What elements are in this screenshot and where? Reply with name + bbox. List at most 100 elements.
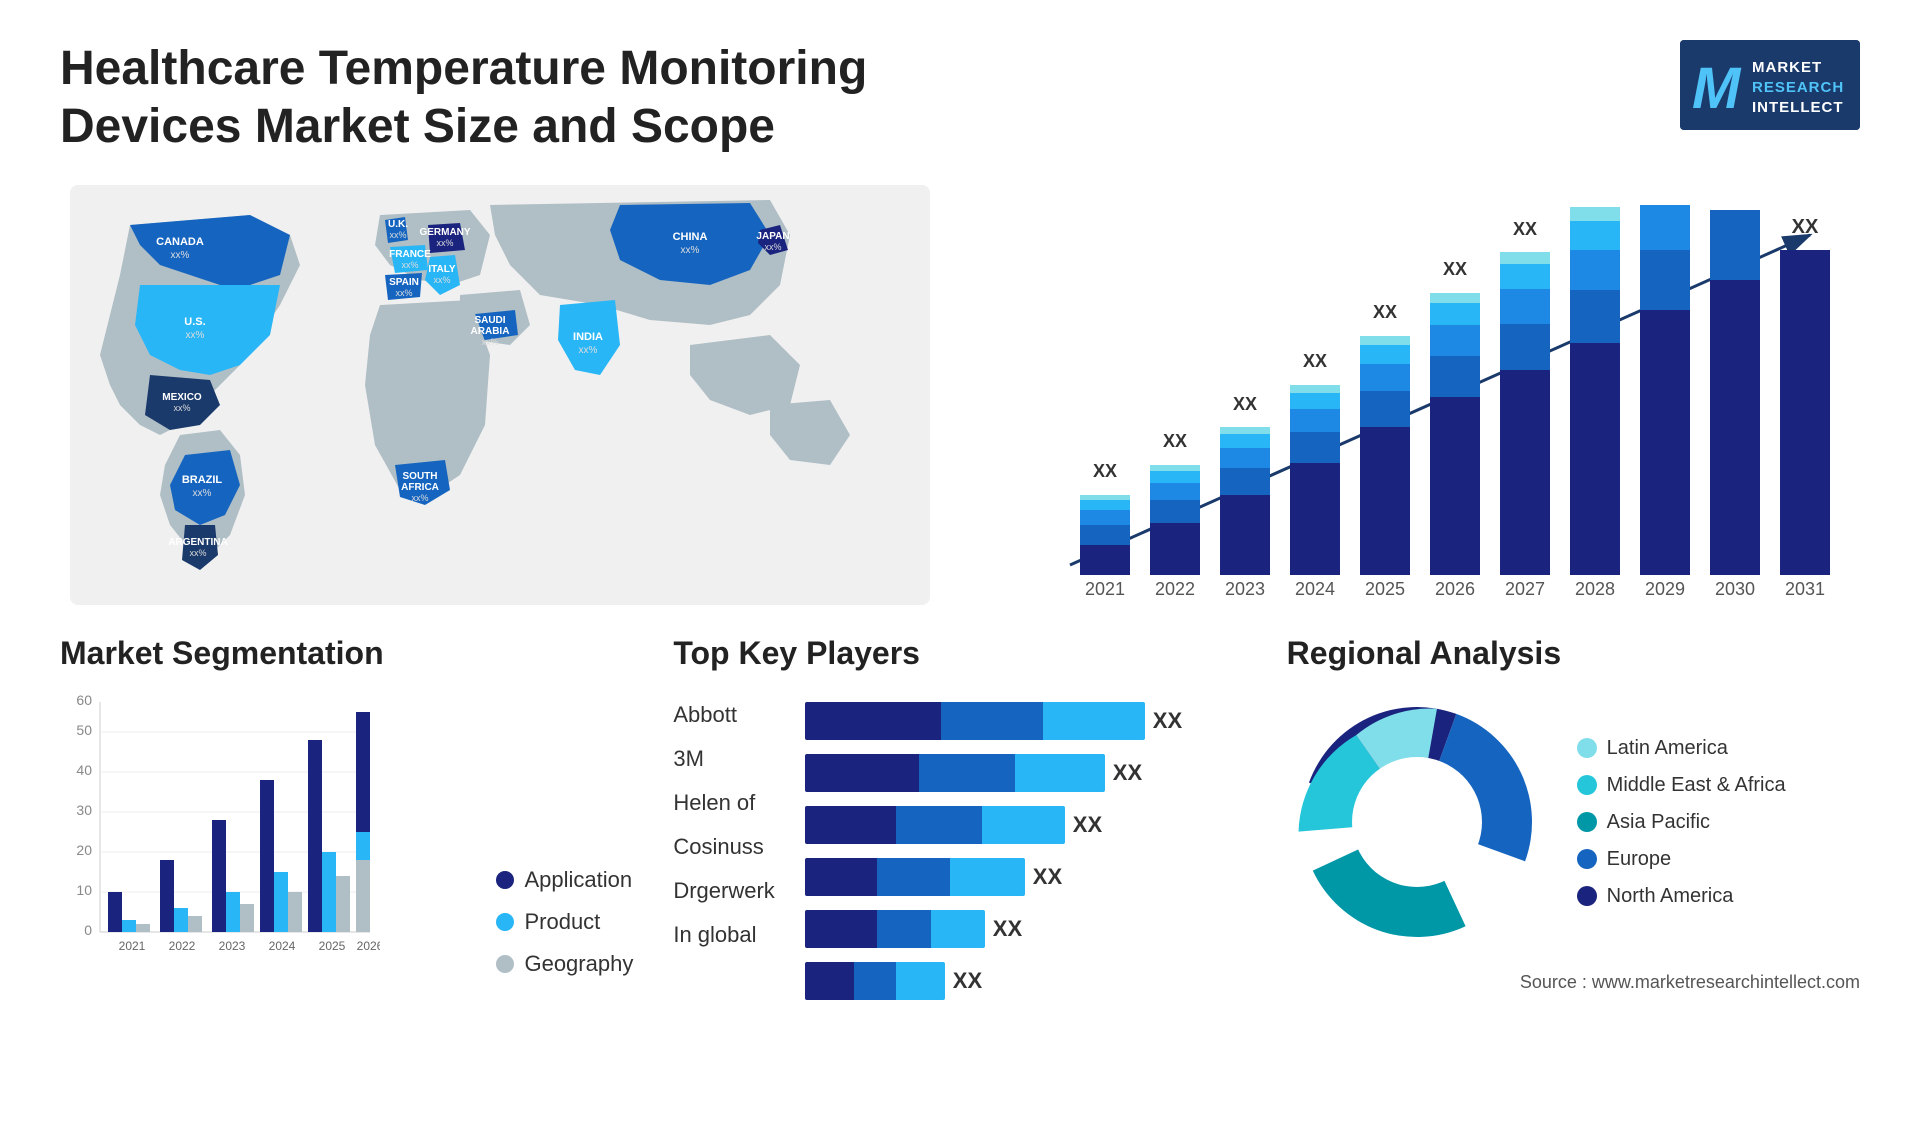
player-cosinuss: Cosinuss: [673, 834, 774, 860]
svg-text:2024: 2024: [269, 939, 296, 953]
bar-segment-dark: [805, 962, 854, 1000]
bar-label-inglobal: XX: [953, 968, 982, 994]
svg-text:xx%: xx%: [189, 548, 206, 558]
label-europe: Europe: [1607, 848, 1672, 871]
svg-text:30: 30: [76, 802, 92, 818]
svg-text:2029: 2029: [1645, 579, 1685, 599]
svg-text:M: M: [1692, 56, 1742, 121]
svg-text:XX: XX: [1513, 219, 1537, 239]
svg-text:XX: XX: [1443, 259, 1467, 279]
page-container: Healthcare Temperature Monitoring Device…: [0, 0, 1920, 1146]
svg-text:xx%: xx%: [433, 275, 450, 285]
bar-cosinuss: [805, 858, 1025, 896]
svg-text:xx%: xx%: [389, 230, 406, 240]
player-inglobal: In global: [673, 922, 774, 948]
svg-text:20: 20: [76, 842, 92, 858]
svg-text:40: 40: [76, 762, 92, 778]
svg-text:JAPAN: JAPAN: [756, 231, 789, 242]
bar-segment-dark: [805, 858, 878, 896]
seg-legend: Application Product Geography: [466, 867, 633, 977]
logo-svg: M MARKET RESEARCH INTELLECT: [1680, 40, 1860, 130]
svg-text:xx%: xx%: [681, 245, 700, 256]
svg-text:50: 50: [76, 722, 92, 738]
source-text: Source : www.marketresearchintellect.com: [1287, 972, 1860, 993]
label-latin-america: Latin America: [1607, 737, 1728, 760]
svg-text:U.S.: U.S.: [184, 316, 205, 328]
regional-title: Regional Analysis: [1287, 635, 1860, 672]
svg-text:2023: 2023: [219, 939, 246, 953]
seg-chart-svg: 0 10 20 30 40 50 60: [60, 692, 380, 972]
svg-text:SOUTH: SOUTH: [403, 471, 438, 482]
player-names: Abbott 3M Helen of Cosinuss Drgerwerk In…: [673, 692, 774, 1000]
player-drgerwerk: Drgerwerk: [673, 878, 774, 904]
regional-legend: Latin America Middle East & Africa Asia …: [1577, 737, 1786, 908]
svg-text:GERMANY: GERMANY: [419, 227, 470, 238]
main-bar-chart-svg: XX 2021 XX 2022 XX: [980, 205, 1860, 625]
player-helen: Helen of: [673, 790, 774, 816]
bar-segment-light: [1043, 702, 1145, 740]
svg-text:ARABIA: ARABIA: [471, 326, 510, 337]
bar-segment-light: [1015, 754, 1105, 792]
svg-text:XX: XX: [1093, 461, 1117, 481]
bar-segment-mid: [877, 858, 950, 896]
bar-segment-mid: [854, 962, 896, 1000]
bar-row-cosinuss: XX: [805, 858, 1247, 896]
bar-segment-light: [950, 858, 1025, 896]
donut-chart-svg: [1287, 692, 1547, 952]
legend-latin-america: Latin America: [1577, 737, 1786, 760]
svg-text:MEXICO: MEXICO: [162, 392, 202, 403]
dot-europe: [1577, 849, 1597, 869]
svg-text:AFRICA: AFRICA: [401, 482, 439, 493]
bar-row-inglobal: XX: [805, 962, 1247, 1000]
bar-segment-dark: [805, 910, 877, 948]
players-section: Top Key Players Abbott 3M Helen of Cosin…: [673, 635, 1246, 1000]
bar-label-3m: XX: [1113, 760, 1142, 786]
bar-row-3m: XX: [805, 754, 1247, 792]
bar-segment-dark: [805, 806, 896, 844]
svg-text:xx%: xx%: [481, 337, 498, 347]
svg-text:ITALY: ITALY: [428, 264, 456, 275]
bar-row-abbott: XX: [805, 702, 1247, 740]
svg-text:xx%: xx%: [764, 242, 781, 252]
bar-label-cosinuss: XX: [1033, 864, 1062, 890]
segmentation-title: Market Segmentation: [60, 635, 633, 672]
legend-label-application: Application: [524, 867, 632, 893]
svg-text:2027: 2027: [1505, 579, 1545, 599]
bar-segment-light: [982, 806, 1065, 844]
svg-text:XX: XX: [1373, 302, 1397, 322]
legend-dot-application: [496, 871, 514, 889]
legend-geography: Geography: [496, 951, 633, 977]
legend-north-america: North America: [1577, 885, 1786, 908]
logo-container: M MARKET RESEARCH INTELLECT: [1680, 40, 1860, 130]
bar-segment-light: [931, 910, 985, 948]
bar-label-helen: XX: [1073, 812, 1102, 838]
svg-text:2030: 2030: [1715, 579, 1755, 599]
page-title: Healthcare Temperature Monitoring Device…: [60, 40, 960, 155]
svg-text:SPAIN: SPAIN: [389, 277, 419, 288]
player-abbott: Abbott: [673, 702, 774, 728]
legend-dot-product: [496, 913, 514, 931]
player-3m: 3M: [673, 746, 774, 772]
svg-text:xx%: xx%: [171, 250, 190, 261]
svg-text:xx%: xx%: [411, 493, 428, 503]
svg-text:10: 10: [76, 882, 92, 898]
svg-text:SAUDI: SAUDI: [474, 315, 505, 326]
dot-north-america: [1577, 886, 1597, 906]
label-middle-east-africa: Middle East & Africa: [1607, 774, 1786, 797]
svg-text:2028: 2028: [1575, 579, 1615, 599]
bottom-grid: Market Segmentation 0 10 20 30 40 5: [60, 635, 1860, 1000]
dot-latin-america: [1577, 738, 1597, 758]
svg-text:ARGENTINA: ARGENTINA: [168, 537, 227, 548]
bar-label-drgerwerk: XX: [993, 916, 1022, 942]
legend-middle-east-africa: Middle East & Africa: [1577, 774, 1786, 797]
svg-text:RESEARCH: RESEARCH: [1752, 79, 1844, 96]
world-map-svg: CANADA xx% U.S. xx% MEXICO xx% BRAZIL xx…: [60, 185, 940, 605]
dot-middle-east-africa: [1577, 775, 1597, 795]
bar-row-helen: XX: [805, 806, 1247, 844]
bar-3m: [805, 754, 1105, 792]
bar-segment-mid: [877, 910, 931, 948]
bar-chart-section: XX 2021 XX 2022 XX: [980, 185, 1860, 605]
legend-application: Application: [496, 867, 633, 893]
svg-text:BRAZIL: BRAZIL: [182, 474, 223, 486]
svg-text:2022: 2022: [1155, 579, 1195, 599]
